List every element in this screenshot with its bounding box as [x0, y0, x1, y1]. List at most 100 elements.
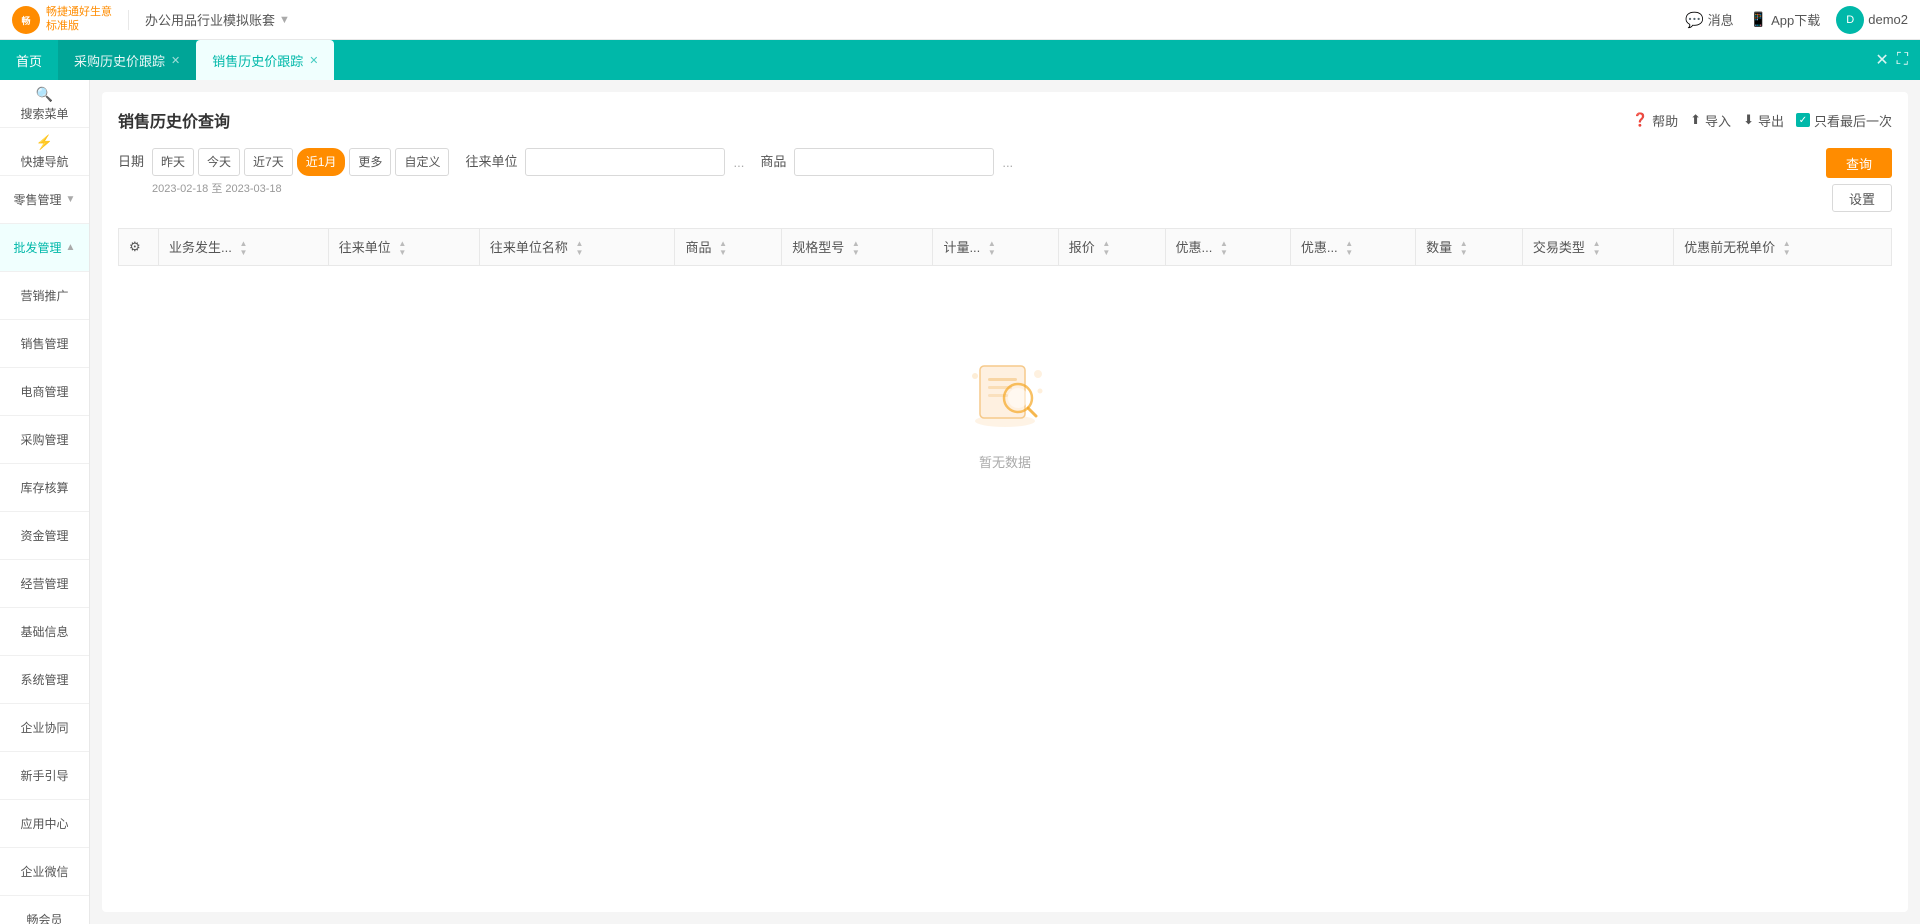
search-icon: 🔍	[36, 86, 53, 103]
table-header-row: ⚙ 业务发生... ▲ ▼ 往来单位	[119, 229, 1892, 266]
col-settings[interactable]: ⚙	[119, 229, 159, 266]
date-btn-more[interactable]: 更多	[349, 148, 391, 176]
product-label: 商品	[760, 148, 786, 176]
sort-up-icon: ▲	[239, 240, 247, 248]
date-btn-custom[interactable]: 自定义	[395, 148, 449, 176]
main-layout: 🔍 搜索菜单 ⚡ 快捷导航 零售管理 ▼ 批发管理 ▲ 营销推广 销售管理 电商…	[0, 80, 1920, 924]
help-btn[interactable]: ❓ 帮助	[1632, 111, 1678, 130]
purchase-tab-close[interactable]: ✕	[171, 54, 180, 67]
col-partner-name[interactable]: 往来单位名称 ▲ ▼	[479, 229, 675, 266]
col-product[interactable]: 商品 ▲ ▼	[675, 229, 782, 266]
sidebar-item-search[interactable]: 🔍 搜索菜单	[0, 80, 89, 128]
date-btn-7days[interactable]: 近7天	[244, 148, 293, 176]
sidebar-item-basics[interactable]: 基础信息	[0, 608, 89, 656]
table-settings-icon[interactable]: ⚙	[129, 239, 141, 254]
sidebar-item-ecommerce[interactable]: 电商管理	[0, 368, 89, 416]
col-pre-discount-price[interactable]: 优惠前无税单价 ▲ ▼	[1674, 229, 1892, 266]
col-trade-type[interactable]: 交易类型 ▲ ▼	[1522, 229, 1673, 266]
page-card: 销售历史价查询 ❓ 帮助 ⬆ 导入 ⬇ 导出	[102, 92, 1908, 912]
col-spec[interactable]: 规格型号 ▲ ▼	[782, 229, 933, 266]
export-icon: ⬇	[1743, 112, 1754, 128]
tab-home[interactable]: 首页	[0, 40, 58, 80]
sales-tab-label: 销售历史价跟踪	[212, 51, 303, 70]
query-button[interactable]: 查询	[1826, 148, 1892, 178]
col-partner-code[interactable]: 往来单位 ▲ ▼	[328, 229, 479, 266]
empty-state: 暂无数据	[118, 266, 1892, 551]
partner-input-group: ...	[525, 148, 744, 176]
col-quantity-sort[interactable]: ▲ ▼	[1460, 240, 1468, 257]
sidebar-item-app-center[interactable]: 应用中心	[0, 800, 89, 848]
help-icon: ❓	[1632, 112, 1648, 128]
settings-button[interactable]: 设置	[1832, 184, 1892, 212]
col-discount2-sort[interactable]: ▲ ▼	[1345, 240, 1353, 257]
product-input[interactable]	[794, 148, 994, 176]
col-biz-date[interactable]: 业务发生... ▲ ▼	[159, 229, 329, 266]
col-pre-discount-sort[interactable]: ▲ ▼	[1783, 240, 1791, 257]
col-discount2[interactable]: 优惠... ▲ ▼	[1290, 229, 1415, 266]
sidebar-item-marketing[interactable]: 营销推广	[0, 272, 89, 320]
date-btn-today[interactable]: 今天	[198, 148, 240, 176]
sidebar-item-guide[interactable]: 新手引导	[0, 752, 89, 800]
sales-tab-close[interactable]: ✕	[309, 54, 318, 67]
product-picker-btn[interactable]: ...	[1002, 155, 1013, 170]
page-title-actions: ❓ 帮助 ⬆ 导入 ⬇ 导出 ✓ 只看最后一次	[1632, 111, 1892, 130]
svg-text:畅: 畅	[21, 15, 30, 26]
page-title: 销售历史价查询	[118, 108, 230, 132]
last-only-checkbox[interactable]: ✓	[1796, 113, 1810, 127]
col-quantity[interactable]: 数量 ▲ ▼	[1416, 229, 1523, 266]
app-name[interactable]: 办公用品行业模拟账套 ▼	[145, 10, 290, 29]
sidebar-item-inventory[interactable]: 库存核算	[0, 464, 89, 512]
col-discount1-sort[interactable]: ▲ ▼	[1220, 240, 1228, 257]
app-download-btn[interactable]: 📱 App下载	[1750, 10, 1821, 29]
table-header: ⚙ 业务发生... ▲ ▼ 往来单位	[119, 229, 1892, 266]
partner-filter-group: 往来单位 ...	[465, 148, 744, 176]
date-btn-yesterday[interactable]: 昨天	[152, 148, 194, 176]
close-window-btn[interactable]: ✕	[1875, 50, 1888, 70]
user-menu-btn[interactable]: D demo2	[1836, 6, 1908, 34]
shortcut-icon: ⚡	[36, 134, 53, 151]
sidebar-item-finance[interactable]: 资金管理	[0, 512, 89, 560]
tab-purchase-history[interactable]: 采购历史价跟踪 ✕	[58, 40, 196, 80]
data-table: ⚙ 业务发生... ▲ ▼ 往来单位	[118, 228, 1892, 266]
col-biz-date-sort[interactable]: ▲ ▼	[239, 240, 247, 257]
tab-sales-history[interactable]: 销售历史价跟踪 ✕	[196, 40, 334, 80]
message-btn[interactable]: 💬 消息	[1685, 10, 1734, 29]
page-title-row: 销售历史价查询 ❓ 帮助 ⬆ 导入 ⬇ 导出	[118, 108, 1892, 132]
sidebar-item-retail[interactable]: 零售管理 ▼	[0, 176, 89, 224]
sort-down-icon: ▼	[239, 249, 247, 257]
sidebar-item-shortcut[interactable]: ⚡ 快捷导航	[0, 128, 89, 176]
col-discount1[interactable]: 优惠... ▲ ▼	[1165, 229, 1290, 266]
col-unit[interactable]: 计量... ▲ ▼	[933, 229, 1058, 266]
retail-arrow-icon: ▼	[66, 194, 76, 205]
date-buttons: 昨天 今天 近7天 近1月 更多 自定义 2023-02-18 至 2023-0…	[152, 148, 449, 196]
partner-picker-btn[interactable]: ...	[733, 155, 744, 170]
dropdown-icon[interactable]: ▼	[279, 14, 290, 26]
col-quote[interactable]: 报价 ▲ ▼	[1058, 229, 1165, 266]
col-product-sort[interactable]: ▲ ▼	[719, 240, 727, 257]
sidebar-item-sales-mgmt[interactable]: 销售管理	[0, 320, 89, 368]
sidebar-item-system[interactable]: 系统管理	[0, 656, 89, 704]
sidebar-item-purchase[interactable]: 采购管理	[0, 416, 89, 464]
date-btn-1month[interactable]: 近1月	[297, 148, 346, 176]
filter-right-actions: 查询 设置	[1826, 148, 1892, 212]
filter-area: 日期 昨天 今天 近7天 近1月 更多 自定义 2023-02-18 至 202…	[118, 148, 1892, 212]
partner-input[interactable]	[525, 148, 725, 176]
sidebar-item-enterprise-coop[interactable]: 企业协同	[0, 704, 89, 752]
col-unit-sort[interactable]: ▲ ▼	[988, 240, 996, 257]
col-trade-type-sort[interactable]: ▲ ▼	[1593, 240, 1601, 257]
sidebar-item-operations[interactable]: 经营管理	[0, 560, 89, 608]
col-quote-sort[interactable]: ▲ ▼	[1102, 240, 1110, 257]
col-spec-sort[interactable]: ▲ ▼	[852, 240, 860, 257]
import-btn[interactable]: ⬆ 导入	[1690, 111, 1731, 130]
maximize-btn[interactable]: ⛶	[1897, 51, 1908, 69]
product-input-group: ...	[794, 148, 1013, 176]
col-partner-sort[interactable]: ▲ ▼	[398, 240, 406, 257]
last-only-checkbox-area[interactable]: ✓ 只看最后一次	[1796, 111, 1892, 130]
sidebar: 🔍 搜索菜单 ⚡ 快捷导航 零售管理 ▼ 批发管理 ▲ 营销推广 销售管理 电商…	[0, 80, 90, 924]
export-btn[interactable]: ⬇ 导出	[1743, 111, 1784, 130]
col-partner-name-sort[interactable]: ▲ ▼	[576, 240, 584, 257]
page-content: 销售历史价查询 ❓ 帮助 ⬆ 导入 ⬇ 导出	[90, 80, 1920, 924]
sidebar-item-membership[interactable]: 畅会员	[0, 896, 89, 924]
sidebar-item-enterprise-wechat[interactable]: 企业微信	[0, 848, 89, 896]
sidebar-item-wholesale[interactable]: 批发管理 ▲	[0, 224, 89, 272]
